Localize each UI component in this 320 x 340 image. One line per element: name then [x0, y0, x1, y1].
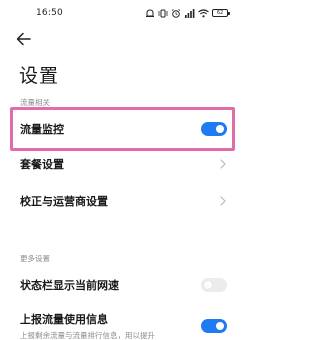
- notification-icon: [146, 8, 154, 17]
- signal-icon: [185, 8, 195, 18]
- report-usage-sublabel: 上报剩余流量与流量排行信息，用以提升: [20, 331, 155, 340]
- traffic-monitor-toggle[interactable]: [201, 122, 227, 136]
- chevron-right-icon: [220, 159, 226, 169]
- report-usage-text: 上报流量使用信息 上报剩余流量与流量排行信息，用以提升: [20, 311, 155, 340]
- battery-level: 62: [216, 9, 224, 16]
- traffic-monitor-row[interactable]: 流量监控: [0, 108, 242, 150]
- battery-icon: 62: [212, 9, 230, 17]
- alarm-icon: [171, 8, 181, 18]
- status-time: 16:50: [36, 8, 63, 18]
- traffic-monitor-label: 流量监控: [20, 123, 64, 136]
- status-bar: 16:50 62: [0, 0, 242, 26]
- chevron-right-icon: [220, 196, 226, 206]
- status-bar-speed-label: 状态栏显示当前网速: [20, 279, 119, 292]
- report-usage-toggle[interactable]: [201, 319, 227, 333]
- plan-settings-row[interactable]: 套餐设置: [0, 150, 242, 178]
- vibrate-icon: [158, 9, 168, 17]
- page-title: 设置: [19, 65, 60, 87]
- carrier-settings-row[interactable]: 校正与运营商设置: [0, 187, 242, 215]
- wifi-icon: [198, 8, 209, 17]
- section-label-more: 更多设置: [20, 254, 50, 263]
- carrier-settings-label: 校正与运营商设置: [20, 195, 108, 208]
- report-usage-label: 上报流量使用信息: [20, 313, 108, 326]
- status-icons: 62: [145, 8, 230, 18]
- settings-screen: 16:50 62 设置 流量相关 流量监控 套餐设置 校正与运营商设置 更多设置…: [0, 0, 242, 340]
- status-bar-speed-toggle[interactable]: [201, 278, 227, 292]
- back-arrow-icon[interactable]: [16, 30, 36, 48]
- status-bar-speed-row[interactable]: 状态栏显示当前网速: [0, 271, 242, 299]
- plan-settings-label: 套餐设置: [20, 158, 64, 171]
- section-label-traffic: 流量相关: [20, 98, 50, 107]
- report-usage-row[interactable]: 上报流量使用信息 上报剩余流量与流量排行信息，用以提升: [0, 311, 242, 340]
